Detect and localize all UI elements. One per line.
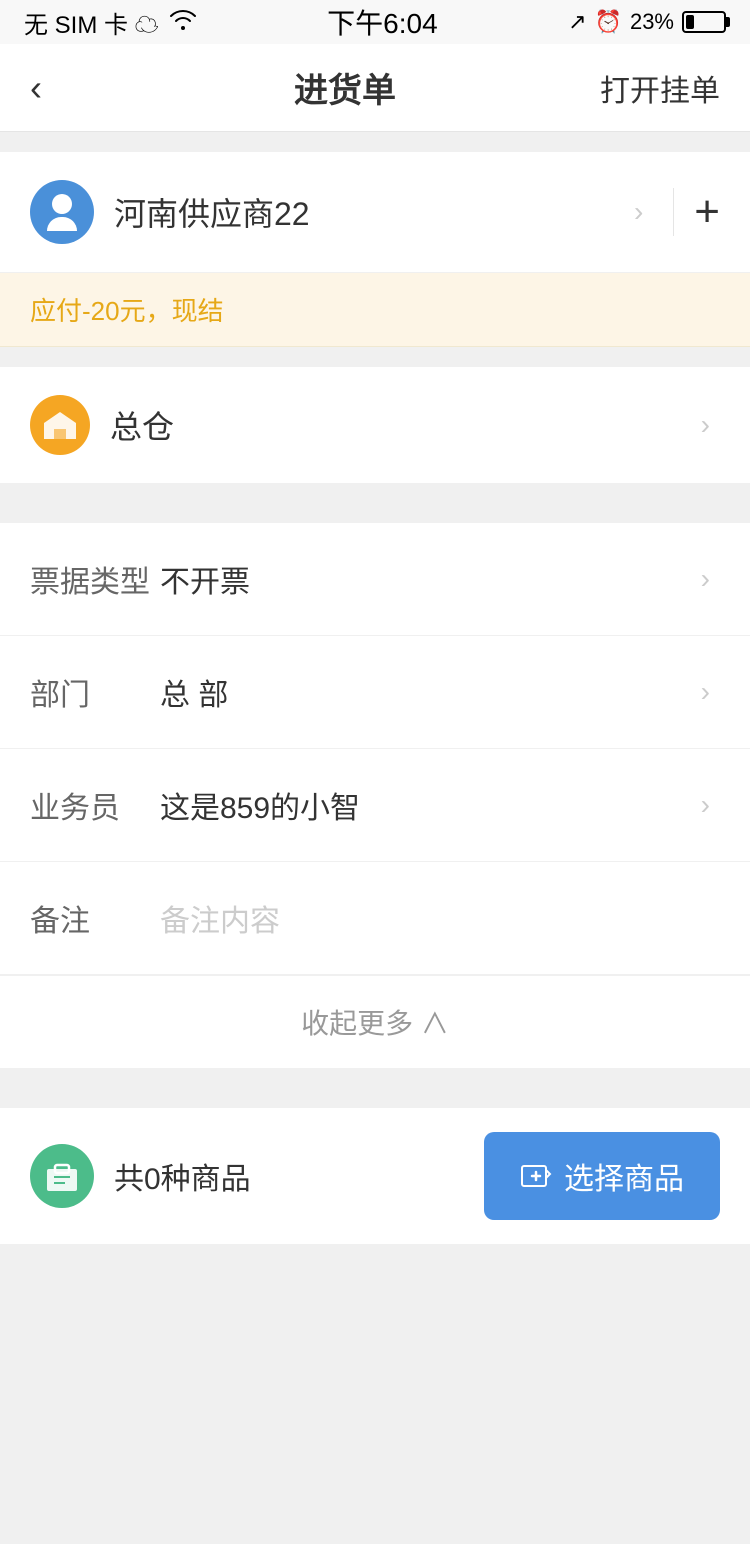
avatar-person-icon [44, 194, 80, 230]
alarm-icon: ⏰ [595, 9, 622, 35]
bottom-divider [0, 1068, 750, 1088]
department-value: 总 部 [160, 670, 701, 714]
middle-divider [0, 347, 750, 367]
product-count-icon [30, 1144, 94, 1208]
supplier-name: 河南供应商22 [114, 189, 634, 235]
supplier-row[interactable]: 河南供应商22 › + [0, 152, 750, 273]
status-left: 无 SIM 卡 ☁ [24, 5, 197, 40]
status-right: ↗ ⏰ 23% [568, 9, 726, 35]
page-title: 进货单 [294, 63, 396, 112]
warehouse-row[interactable]: 总仓 › [0, 367, 750, 483]
back-button[interactable]: ‹ [30, 67, 90, 109]
status-bar: 无 SIM 卡 ☁ 下午6:04 ↗ ⏰ 23% [0, 0, 750, 44]
remark-label: 备注 [30, 896, 160, 940]
supplier-avatar [30, 180, 94, 244]
product-count-text: 共0种商品 [114, 1154, 484, 1198]
warehouse-section: 总仓 › [0, 367, 750, 483]
notice-bar: 应付-20元，现结 [0, 273, 750, 347]
supplier-chevron-icon: › [634, 196, 643, 228]
open-pending-button[interactable]: 打开挂单 [600, 66, 720, 110]
invoice-type-label: 票据类型 [30, 557, 160, 601]
remark-row[interactable]: 备注 备注内容 [0, 862, 750, 975]
warehouse-icon [30, 395, 90, 455]
invoice-type-chevron-icon: › [701, 563, 710, 595]
warehouse-chevron-icon: › [701, 409, 710, 441]
battery-icon [682, 11, 726, 33]
salesman-value: 这是859的小智 [160, 783, 701, 827]
remark-input[interactable]: 备注内容 [160, 896, 720, 940]
invoice-type-row[interactable]: 票据类型 不开票 › [0, 523, 750, 636]
department-row[interactable]: 部门 总 部 › [0, 636, 750, 749]
warehouse-name: 总仓 [110, 402, 701, 448]
supplier-divider [673, 188, 674, 236]
no-sim-label: 无 SIM 卡 ☁ [24, 5, 159, 40]
form-section: 票据类型 不开票 › 部门 总 部 › 业务员 这是859的小智 › 备注 备注… [0, 523, 750, 1068]
salesman-row[interactable]: 业务员 这是859的小智 › [0, 749, 750, 862]
battery-percent: 23% [630, 9, 674, 35]
department-label: 部门 [30, 670, 160, 714]
form-divider [0, 483, 750, 503]
select-product-label: 选择商品 [564, 1154, 684, 1198]
salesman-chevron-icon: › [701, 789, 710, 821]
bottom-bar: 共0种商品 选择商品 [0, 1108, 750, 1244]
department-chevron-icon: › [701, 676, 710, 708]
select-product-button[interactable]: 选择商品 [484, 1132, 720, 1220]
notice-text: 应付-20元，现结 [30, 296, 224, 326]
salesman-label: 业务员 [30, 783, 160, 827]
supplier-section: 河南供应商22 › + 应付-20元，现结 [0, 152, 750, 347]
nav-bar: ‹ 进货单 打开挂单 [0, 44, 750, 132]
top-divider [0, 132, 750, 152]
wifi-icon [169, 8, 197, 37]
rest-background [0, 1244, 750, 1544]
location-icon: ↗ [568, 9, 586, 35]
add-supplier-button[interactable]: + [694, 187, 720, 237]
invoice-type-value: 不开票 [160, 557, 701, 601]
status-time: 下午6:04 [327, 2, 438, 42]
collapse-button[interactable]: 收起更多 ∧ [0, 975, 750, 1068]
